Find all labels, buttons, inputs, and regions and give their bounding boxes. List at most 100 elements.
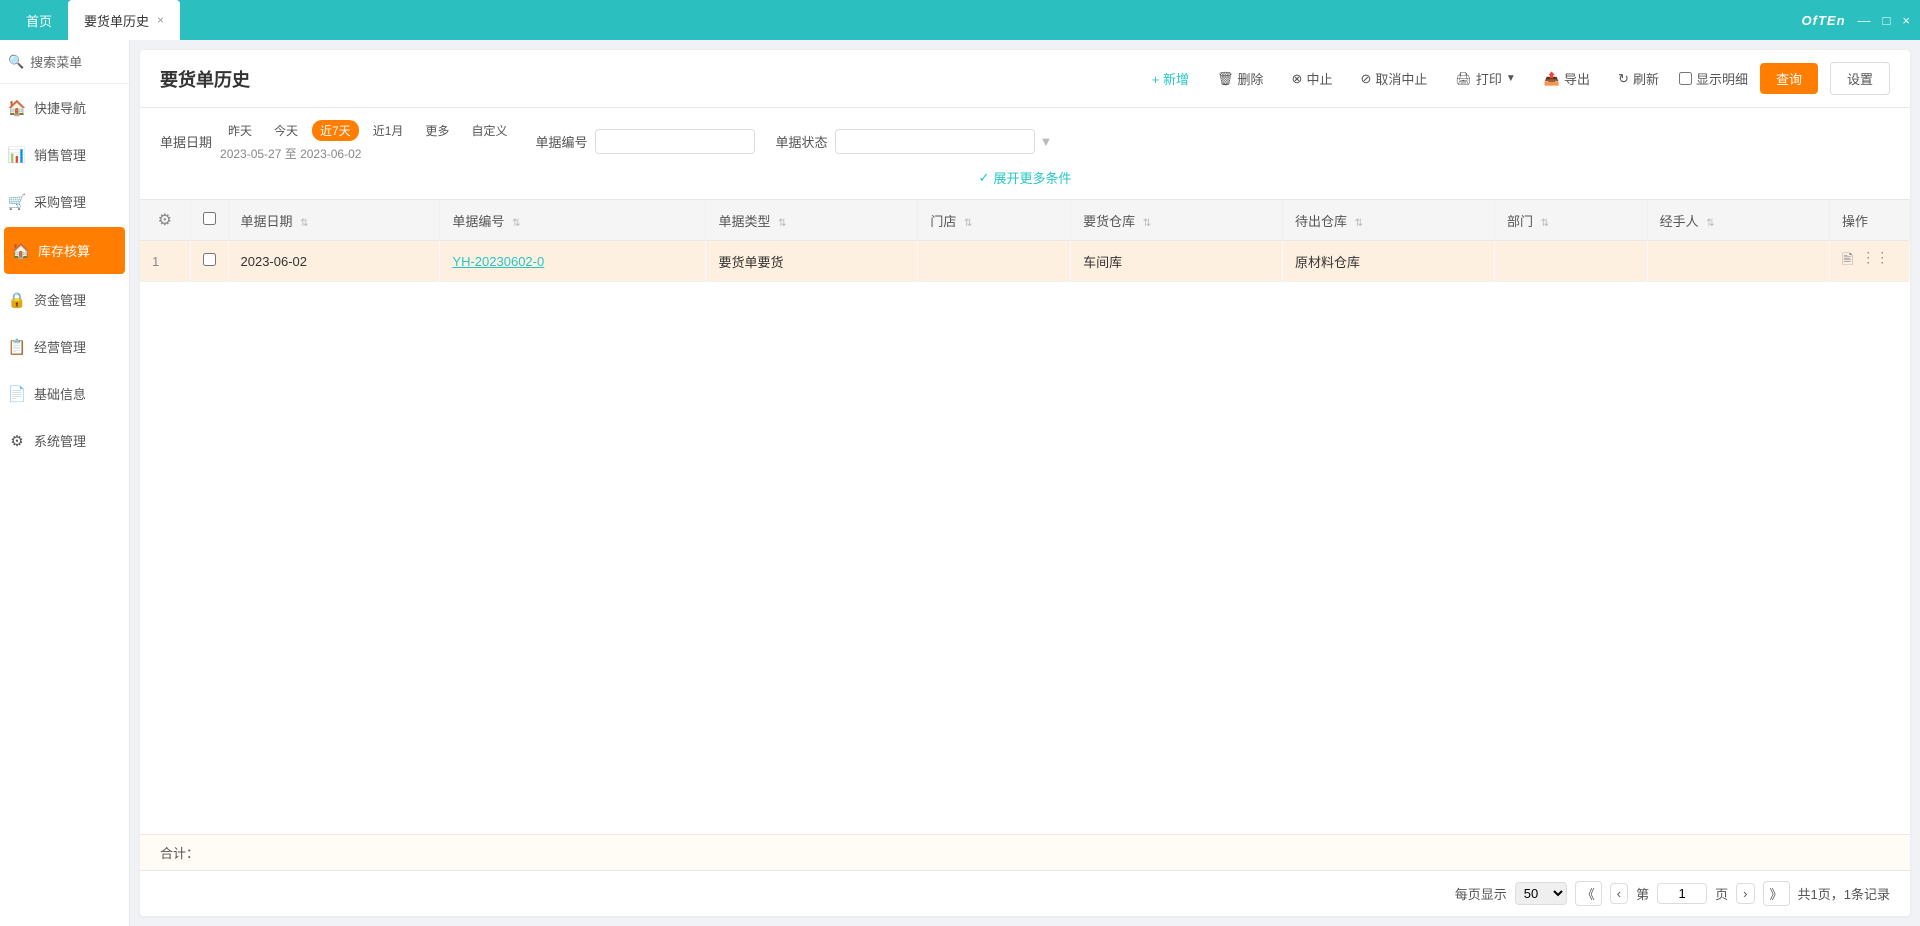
- date-filter-label: 单据日期: [160, 132, 212, 151]
- sidebar-item-operations[interactable]: 📋 经营管理: [0, 323, 129, 370]
- finance-icon: 🔒: [8, 291, 26, 309]
- refresh-button[interactable]: ↻ 刷新: [1610, 65, 1667, 92]
- expand-button[interactable]: ✓ 展开更多条件: [979, 168, 1072, 187]
- row-num-value: 1: [152, 254, 159, 269]
- brand-label: OfTEn: [1802, 13, 1846, 28]
- col-pending-warehouse[interactable]: 待出仓库 ⇅: [1283, 200, 1495, 241]
- expand-label: 展开更多条件: [993, 168, 1071, 187]
- sidebar-item-quick-nav[interactable]: 🏠 快捷导航: [0, 84, 129, 131]
- shortcut-more[interactable]: 更多: [417, 120, 457, 141]
- page-label: 第: [1636, 884, 1649, 903]
- last-page-button[interactable]: 》: [1763, 881, 1790, 906]
- col-ops-label: 操作: [1842, 214, 1868, 229]
- row-checkbox: [190, 241, 228, 282]
- sidebar-item-sales[interactable]: 📊 销售管理: [0, 131, 129, 178]
- col-req-warehouse[interactable]: 要货仓库 ⇅: [1071, 200, 1283, 241]
- settings-button[interactable]: 设置: [1830, 62, 1890, 95]
- shortcut-7days[interactable]: 近7天: [312, 120, 359, 141]
- table-footer: 合计：: [140, 834, 1910, 870]
- purchase-icon: 🛒: [8, 193, 26, 211]
- col-store-sort-icon: ⇅: [964, 218, 972, 229]
- page-size-label: 每页显示: [1455, 884, 1507, 903]
- col-handler[interactable]: 经手人 ⇅: [1647, 200, 1829, 241]
- more-action-icon[interactable]: ⋮⋮: [1861, 249, 1889, 273]
- col-docnum[interactable]: 单据编号 ⇅: [440, 200, 706, 241]
- maximize-button[interactable]: □: [1883, 13, 1891, 28]
- col-doctype[interactable]: 单据类型 ⇅: [706, 200, 918, 241]
- shortcut-yesterday[interactable]: 昨天: [220, 120, 260, 141]
- table-area: ⚙ 单据日期 ⇅ 单据编号: [140, 200, 1910, 834]
- display-detail-checkbox[interactable]: [1679, 72, 1692, 85]
- col-docnum-sort-icon: ⇅: [512, 218, 520, 229]
- table-head: ⚙ 单据日期 ⇅ 单据编号: [140, 200, 1910, 241]
- page-input[interactable]: [1657, 883, 1707, 904]
- next-page-button[interactable]: ›: [1736, 883, 1754, 904]
- delete-button[interactable]: 🗑 删除: [1209, 65, 1272, 92]
- close-button[interactable]: ×: [1902, 13, 1910, 28]
- select-all-checkbox[interactable]: [203, 212, 216, 225]
- col-doctype-sort-icon: ⇅: [778, 218, 786, 229]
- docnum-filter: 单据编号: [535, 129, 755, 154]
- minimize-button[interactable]: —: [1858, 13, 1871, 28]
- status-input[interactable]: [835, 129, 1035, 154]
- toolbar: + 新增 🗑 删除 ⊗ 中止 ⊘ 取消中止 🖨 打: [1144, 62, 1890, 95]
- refresh-label: 刷新: [1633, 69, 1659, 88]
- row-store: [918, 241, 1071, 282]
- sidebar-item-operations-label: 经营管理: [34, 337, 86, 356]
- table-body: 1 2023-06-02 YH-20230602-0 要货单要货 车间库 原材料…: [140, 241, 1910, 282]
- tab-close-icon[interactable]: ×: [157, 13, 164, 27]
- sidebar-item-purchase[interactable]: 🛒 采购管理: [0, 178, 129, 225]
- refresh-icon: ↻: [1618, 71, 1629, 87]
- date-shortcuts: 昨天 今天 近7天 近1月 更多 自定义: [220, 120, 515, 141]
- stop-label: 中止: [1306, 69, 1332, 88]
- col-date-label: 单据日期: [241, 214, 293, 229]
- sidebar-search[interactable]: 🔍 搜索菜单: [0, 40, 129, 84]
- top-bar: 首页 要货单历史 × OfTEn — □ ×: [0, 0, 1920, 40]
- sidebar-item-purchase-label: 采购管理: [34, 192, 86, 211]
- col-store[interactable]: 门店 ⇅: [918, 200, 1071, 241]
- print-button[interactable]: 🖨 打印 ▼: [1447, 65, 1523, 92]
- stop-button[interactable]: ⊗ 中止: [1284, 65, 1341, 92]
- action-icons: 🖹 ⋮⋮: [1842, 249, 1897, 273]
- row-date: 2023-06-02: [228, 241, 440, 282]
- sidebar-item-system[interactable]: ⚙ 系统管理: [0, 417, 129, 464]
- row-checkbox-input[interactable]: [203, 253, 216, 266]
- row-dept: [1494, 241, 1647, 282]
- tab-home[interactable]: 首页: [10, 0, 68, 40]
- first-page-button[interactable]: 《: [1575, 881, 1602, 906]
- query-button[interactable]: 查询: [1760, 63, 1818, 94]
- sidebar-item-basic-info-label: 基础信息: [34, 384, 86, 403]
- table-settings-icon[interactable]: ⚙: [152, 210, 178, 230]
- print-icon: 🖨: [1455, 71, 1472, 87]
- view-action-icon[interactable]: 🖹: [1842, 249, 1853, 273]
- tab-requisition-history[interactable]: 要货单历史 ×: [68, 0, 180, 40]
- content-inner: 要货单历史 + 新增 🗑 删除 ⊗ 中止 ⊘ 取消中止: [140, 50, 1910, 916]
- data-table: ⚙ 单据日期 ⇅ 单据编号: [140, 200, 1910, 282]
- shortcut-custom[interactable]: 自定义: [463, 120, 515, 141]
- row-handler: [1647, 241, 1829, 282]
- window-controls: OfTEn — □ ×: [1802, 13, 1910, 28]
- stop-icon: ⊗: [1292, 71, 1303, 87]
- display-detail-label: 显示明细: [1696, 69, 1748, 88]
- date-range-display: 2023-05-27 至 2023-06-02: [220, 145, 515, 162]
- shortcut-1month[interactable]: 近1月: [365, 120, 412, 141]
- sidebar-item-finance[interactable]: 🔒 资金管理: [0, 276, 129, 323]
- page-size-select[interactable]: 10 20 50 100: [1515, 882, 1567, 905]
- row-docnum-link[interactable]: YH-20230602-0: [452, 254, 544, 269]
- row-req-warehouse: 车间库: [1071, 241, 1283, 282]
- cancel-stop-button[interactable]: ⊘ 取消中止: [1352, 65, 1435, 92]
- col-dept[interactable]: 部门 ⇅: [1494, 200, 1647, 241]
- col-req-warehouse-sort-icon: ⇅: [1143, 218, 1151, 229]
- export-button[interactable]: 📤 导出: [1536, 65, 1598, 92]
- sidebar-item-inventory[interactable]: 🏠 库存核算: [4, 227, 125, 274]
- col-doctype-label: 单据类型: [718, 214, 770, 229]
- status-dropdown-icon[interactable]: ▼: [1039, 134, 1052, 149]
- sidebar-item-basic-info[interactable]: 📄 基础信息: [0, 370, 129, 417]
- prev-page-button[interactable]: ‹: [1610, 883, 1628, 904]
- shortcut-today[interactable]: 今天: [266, 120, 306, 141]
- table-row: 1 2023-06-02 YH-20230602-0 要货单要货 车间库 原材料…: [140, 241, 1910, 282]
- new-button[interactable]: + 新增: [1144, 65, 1197, 92]
- docnum-input[interactable]: [595, 129, 755, 154]
- display-detail-toggle[interactable]: 显示明细: [1679, 69, 1748, 88]
- col-date[interactable]: 单据日期 ⇅: [228, 200, 440, 241]
